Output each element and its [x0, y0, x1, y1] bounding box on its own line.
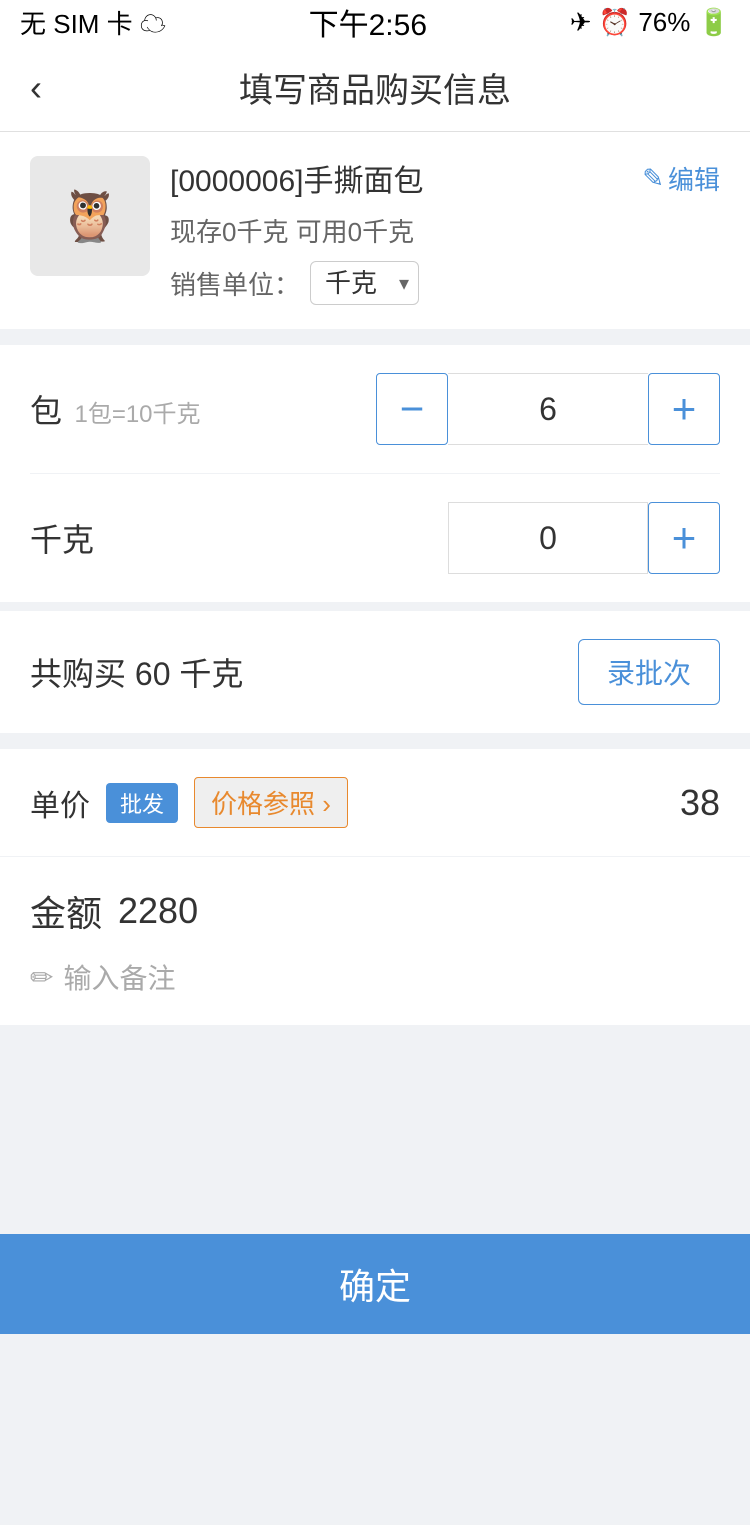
unit-select[interactable]: 千克: [310, 261, 419, 305]
sim-label: 无 SIM 卡 ☁: [20, 4, 166, 41]
battery-label: ✈ ⏰ 76% 🔋: [570, 7, 730, 38]
back-icon: ‹: [30, 67, 42, 108]
status-left: 无 SIM 卡 ☁: [20, 4, 166, 41]
amount-block: 金额 2280 ✏ 输入备注: [0, 857, 750, 1025]
remark-row[interactable]: ✏ 输入备注: [30, 957, 720, 997]
edit-remark-icon: ✏: [30, 961, 53, 994]
unit-select-wrap[interactable]: 千克 ▾: [310, 261, 419, 305]
amount-label: 金额: [30, 885, 102, 937]
confirm-button[interactable]: 确定: [339, 1258, 411, 1310]
bao-label-group: 包 1包=10千克: [30, 386, 201, 432]
product-stock: 现存0千克 可用0千克: [170, 212, 720, 249]
product-name: [0000006]手撕面包: [170, 156, 423, 200]
divider-3: [0, 741, 750, 749]
amount-row: 金额 2280: [30, 885, 720, 937]
kg-input[interactable]: [448, 502, 648, 574]
edit-button[interactable]: ✎ 编辑: [642, 160, 720, 197]
bao-controls: − +: [376, 373, 720, 445]
price-ref-button[interactable]: 价格参照 ›: [194, 777, 348, 828]
status-bar: 无 SIM 卡 ☁ 下午2:56 ✈ ⏰ 76% 🔋: [0, 0, 750, 44]
bao-label: 包: [30, 393, 62, 429]
status-right: ✈ ⏰ 76% 🔋: [570, 7, 730, 38]
amount-value: 2280: [118, 890, 198, 932]
kg-label: 千克: [30, 522, 94, 558]
remark-text: 输入备注: [63, 957, 175, 997]
product-image: 🦉: [30, 156, 150, 276]
status-time: 下午2:56: [309, 0, 427, 44]
gray-space: [0, 1025, 750, 1425]
bao-input[interactable]: [448, 373, 648, 445]
nav-bar: ‹ 填写商品购买信息: [0, 44, 750, 132]
divider-1: [0, 337, 750, 345]
bao-row: 包 1包=10千克 − +: [30, 345, 720, 474]
bao-sublabel: 1包=10千克: [74, 401, 200, 428]
divider-2: [0, 603, 750, 611]
summary-text: 共购买 60 千克: [30, 649, 243, 695]
product-card: 🦉 [0000006]手撕面包 ✎ 编辑 现存0千克 可用0千克 销售单位： 千…: [0, 132, 750, 337]
summary-section: 共购买 60 千克 录批次: [0, 611, 750, 741]
bao-decrement-button[interactable]: −: [376, 373, 448, 445]
edit-icon: ✎: [642, 163, 664, 194]
quantity-section: 包 1包=10千克 − + 千克 +: [0, 345, 750, 603]
price-label: 单价: [30, 781, 90, 825]
price-value: 38: [680, 782, 720, 824]
price-badge: 批发: [106, 783, 178, 823]
product-thumbnail: 🦉: [59, 187, 121, 246]
confirm-bar[interactable]: 确定: [0, 1234, 750, 1334]
bao-increment-button[interactable]: +: [648, 373, 720, 445]
unit-label: 销售单位：: [170, 265, 300, 302]
product-info: [0000006]手撕面包 ✎ 编辑 现存0千克 可用0千克 销售单位： 千克 …: [170, 156, 720, 305]
kg-controls: +: [448, 502, 720, 574]
kg-increment-button[interactable]: +: [648, 502, 720, 574]
edit-label: 编辑: [668, 160, 720, 197]
batch-button[interactable]: 录批次: [578, 639, 720, 705]
page-title: 填写商品购买信息: [239, 63, 511, 112]
price-section: 单价 批发 价格参照 › 38: [0, 749, 750, 857]
kg-row: 千克 +: [30, 474, 720, 602]
kg-label-group: 千克: [30, 515, 94, 561]
back-button[interactable]: ‹: [20, 57, 52, 119]
